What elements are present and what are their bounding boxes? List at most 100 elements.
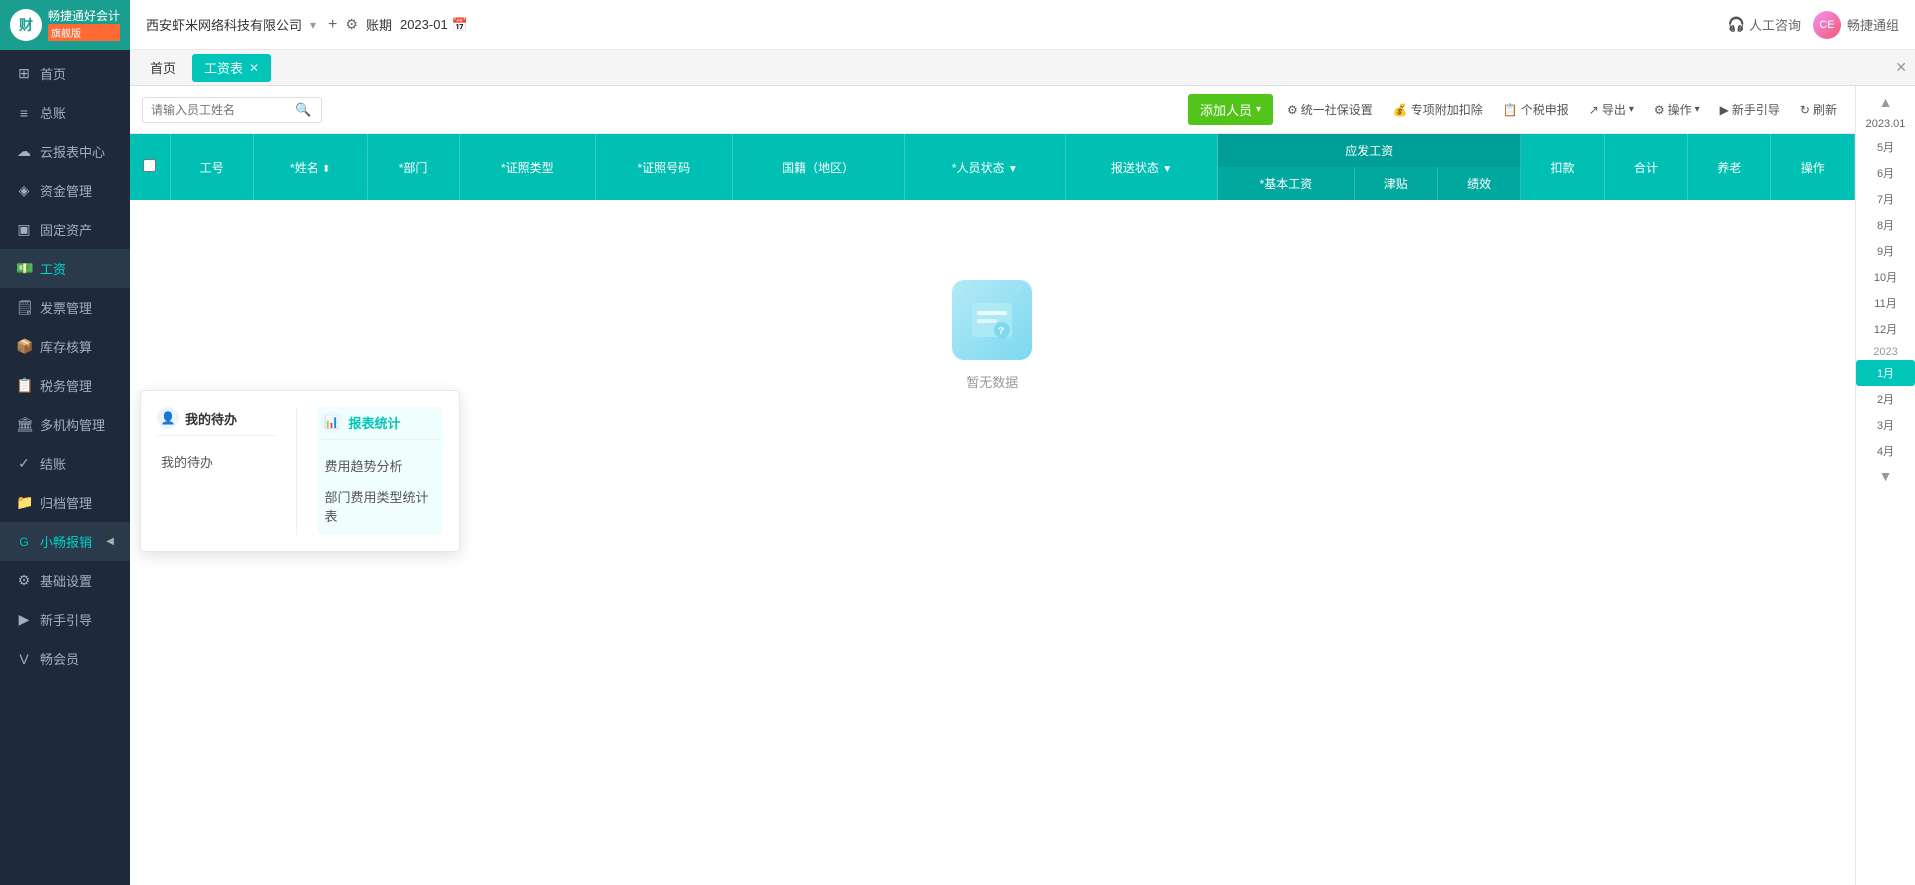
close-all-icon[interactable]: ✕ (1895, 59, 1907, 75)
user-menu[interactable]: CE 畅捷通组 (1813, 11, 1899, 39)
add-btn-label: 添加人员 (1200, 100, 1252, 119)
operation-arrow: ▾ (1695, 104, 1700, 115)
topbar-settings-icon[interactable]: ⚙ (345, 16, 358, 33)
topbar-add-icon[interactable]: + (328, 16, 337, 34)
calendar-icon[interactable]: 📅 (452, 17, 468, 33)
timeline-up-arrow[interactable]: ▲ (1875, 90, 1897, 114)
user-name: 畅捷通组 (1847, 15, 1899, 34)
refresh-label: 刷新 (1813, 101, 1837, 118)
sidebar-item-ledger[interactable]: ≡ 总账 (0, 93, 130, 132)
sidebar-item-multi-org[interactable]: 🏛 多机构管理 (0, 405, 130, 444)
timeline-panel: ▲ 2023.01 5月 6月 7月 8月 9月 10月 11月 12月 202… (1855, 86, 1915, 885)
sidebar-item-label: 首页 (40, 64, 66, 83)
popup-expense-trend[interactable]: 费用趋势分析 (321, 450, 440, 481)
timeline-month-2[interactable]: 2月 (1856, 386, 1915, 412)
search-input[interactable] (151, 103, 291, 117)
tab-close-icon[interactable]: ✕ (249, 61, 259, 75)
timeline-month-6[interactable]: 6月 (1856, 160, 1915, 186)
timeline-month-12[interactable]: 12月 (1856, 316, 1915, 342)
sidebar-item-label: 云报表中心 (40, 142, 105, 161)
timeline-month-9[interactable]: 9月 (1856, 238, 1915, 264)
th-total: 合计 (1604, 134, 1687, 200)
toolbar-actions: 添加人员 ▾ ⚙ 统一社保设置 💰 专项附加扣除 📋 个税申报 (1188, 94, 1843, 125)
sidebar-item-home[interactable]: ⊞ 首页 (0, 54, 130, 93)
deduction-btn[interactable]: 💰 专项附加扣除 (1387, 97, 1489, 122)
sidebar-item-member[interactable]: V 畅会员 (0, 639, 130, 678)
export-label: 导出 (1602, 101, 1626, 118)
company-name[interactable]: 西安虾米网络科技有限公司 (146, 15, 302, 34)
app-logo: 财 畅捷通好会计 旗舰版 (0, 0, 130, 50)
sidebar-item-label: 畅会员 (40, 649, 79, 668)
sidebar-nav: ⊞ 首页 ≡ 总账 ☁ 云报表中心 ◈ 资金管理 ▣ 固定资产 💵 工资 🗒 发… (0, 50, 130, 885)
sidebar-item-label: 固定资产 (40, 220, 92, 239)
th-dept: *部门 (367, 134, 459, 200)
select-all-checkbox[interactable] (143, 159, 156, 172)
timeline-month-7[interactable]: 7月 (1856, 186, 1915, 212)
new-guide-btn[interactable]: ▶ 新手引导 (1714, 97, 1786, 122)
logo-subtitle: 旗舰版 (48, 24, 120, 41)
sidebar-item-tax[interactable]: 📋 税务管理 (0, 366, 130, 405)
new-guide-label: 新手引导 (1732, 101, 1780, 118)
sidebar-item-label: 工资 (40, 259, 66, 278)
sidebar-item-invoice[interactable]: 🗒 发票管理 (0, 288, 130, 327)
timeline-month-1[interactable]: 1月 (1856, 360, 1915, 386)
timeline-month-5[interactable]: 5月 (1856, 134, 1915, 160)
timeline-down-arrow[interactable]: ▼ (1875, 464, 1897, 488)
th-submit-status: 报送状态 ▼ (1065, 134, 1217, 200)
period-label: 账期 2023-01 📅 (366, 15, 468, 34)
timeline-month-8[interactable]: 8月 (1856, 212, 1915, 238)
sidebar-item-salary[interactable]: 💵 工资 (0, 249, 130, 288)
asset-icon: ▣ (16, 221, 32, 238)
social-security-btn[interactable]: ⚙ 统一社保设置 (1281, 97, 1379, 122)
sidebar-item-guide[interactable]: ▶ 新手引导 (0, 600, 130, 639)
operation-icon: ⚙ (1654, 103, 1665, 117)
timeline-2023-year: 2023 (1873, 346, 1897, 358)
popup-my-todo[interactable]: 我的待办 (157, 446, 276, 477)
tax-report-btn[interactable]: 📋 个税申报 (1497, 97, 1575, 122)
popup-menu: 👤 我的待办 我的待办 📊 报表统计 费用趋势分析 部门费用类型统计表 (140, 390, 460, 552)
th-name: *姓名 ⬍ (253, 134, 367, 200)
company-chevron-icon[interactable]: ▾ (310, 18, 316, 32)
sidebar-item-inventory[interactable]: 📦 库存核算 (0, 327, 130, 366)
tab-salary[interactable]: 工资表 ✕ (192, 54, 271, 82)
collapse-icon: ◀ (106, 536, 114, 547)
service-btn[interactable]: 🎧 人工咨询 (1728, 15, 1801, 34)
popup-report-title: 报表统计 (349, 413, 401, 432)
popup-todo-header: 👤 我的待办 (157, 407, 276, 436)
user-avatar: CE (1813, 11, 1841, 39)
th-yingfa-group: 应发工资 (1218, 134, 1521, 167)
sidebar-item-report[interactable]: G 小畅报销 ◀ (0, 522, 130, 561)
popup-columns: 👤 我的待办 我的待办 📊 报表统计 费用趋势分析 部门费用类型统计表 (157, 407, 443, 535)
tab-home[interactable]: 首页 (138, 54, 188, 82)
tab-close-all[interactable]: ✕ (1895, 59, 1907, 76)
export-btn[interactable]: ↗ 导出 ▾ (1583, 97, 1640, 122)
report-icon: G (16, 535, 32, 549)
th-checkbox[interactable] (130, 134, 170, 200)
timeline-month-10[interactable]: 10月 (1856, 264, 1915, 290)
refresh-btn[interactable]: ↻ 刷新 (1794, 97, 1843, 122)
sidebar-item-label: 归档管理 (40, 493, 92, 512)
timeline-month-11[interactable]: 11月 (1856, 290, 1915, 316)
add-person-button[interactable]: 添加人员 ▾ (1188, 94, 1273, 125)
th-cert-type: *证照类型 (459, 134, 595, 200)
sidebar-item-settings[interactable]: ⚙ 基础设置 (0, 561, 130, 600)
popup-dept-expense[interactable]: 部门费用类型统计表 (321, 481, 440, 531)
popup-report-header: 📊 报表统计 (321, 411, 440, 440)
sidebar-item-fund[interactable]: ◈ 资金管理 (0, 171, 130, 210)
th-cert-no: *证照号码 (596, 134, 732, 200)
sidebar-item-settlement[interactable]: ✓ 结账 (0, 444, 130, 483)
sidebar-item-label: 新手引导 (40, 610, 92, 629)
popup-col-report: 📊 报表统计 费用趋势分析 部门费用类型统计表 (317, 407, 444, 535)
sidebar-item-label: 结账 (40, 454, 66, 473)
sidebar-item-cloud-report[interactable]: ☁ 云报表中心 (0, 132, 130, 171)
sidebar-item-archive[interactable]: 📁 归档管理 (0, 483, 130, 522)
archive-icon: 📁 (16, 494, 32, 511)
social-security-icon: ⚙ (1287, 103, 1298, 117)
operation-btn[interactable]: ⚙ 操作 ▾ (1648, 97, 1706, 122)
timeline-month-3[interactable]: 3月 (1856, 412, 1915, 438)
timeline-month-4[interactable]: 4月 (1856, 438, 1915, 464)
sidebar-item-fixed-asset[interactable]: ▣ 固定资产 (0, 210, 130, 249)
social-security-label: 统一社保设置 (1301, 101, 1373, 118)
th-operation: 操作 (1771, 134, 1855, 200)
sidebar-item-label: 基础设置 (40, 571, 92, 590)
